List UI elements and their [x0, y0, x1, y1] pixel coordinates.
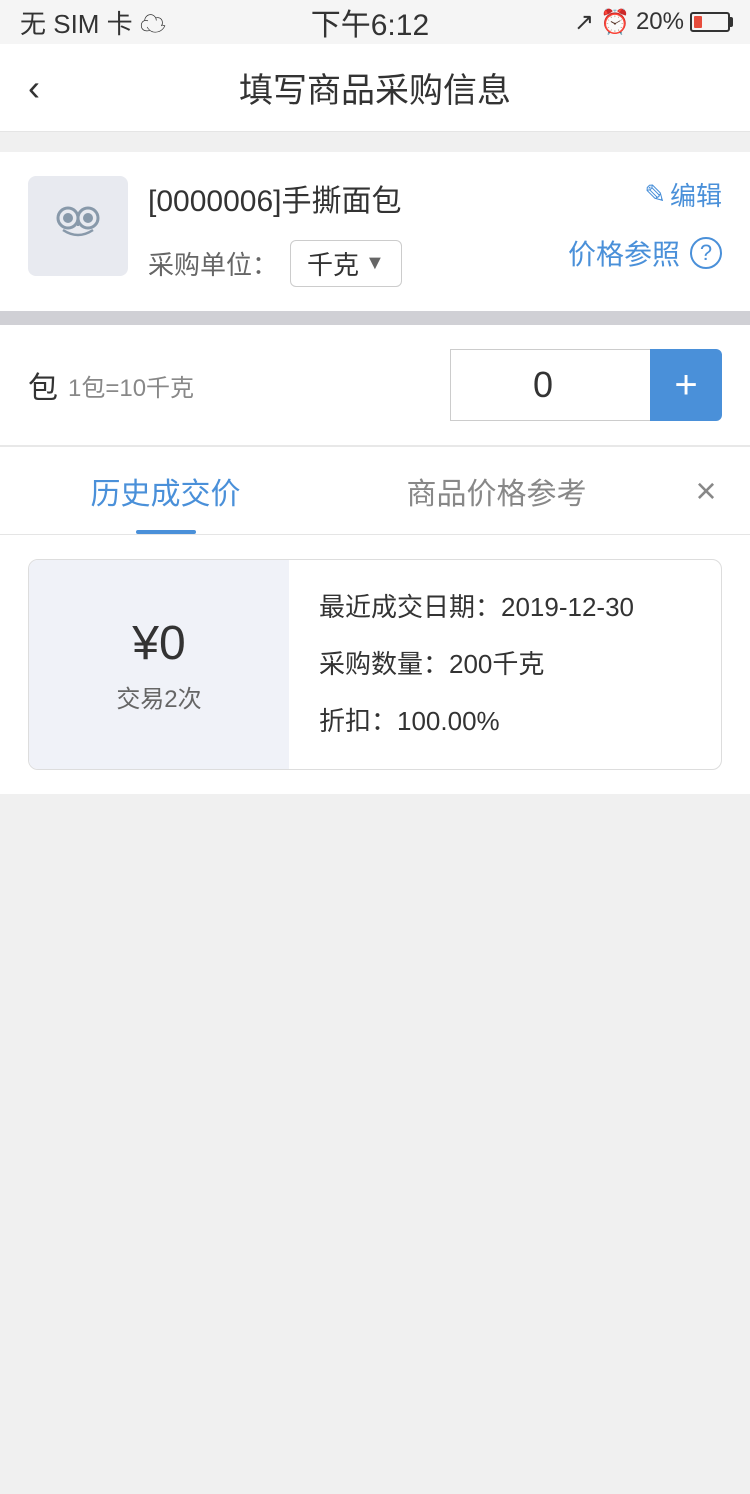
- status-left: 无 SIM 卡 ☁: [20, 4, 166, 41]
- battery-indicator: [690, 12, 730, 32]
- close-icon: ×: [695, 470, 716, 512]
- price-ref-row: 价格参照 ?: [568, 233, 722, 273]
- history-date-row: 最近成交日期：2019-12-30: [319, 588, 691, 627]
- purchase-unit-row: 采购单位： 千克 ▼: [148, 240, 402, 287]
- tab-close-button[interactable]: ×: [662, 447, 750, 535]
- history-qty-value: 200千克: [449, 649, 544, 679]
- unit-chevron-icon: ▼: [365, 252, 385, 275]
- alarm-icon: ⏰: [600, 8, 630, 37]
- purchase-unit-label: 采购单位：: [148, 245, 278, 282]
- status-time: 下午6:12: [311, 0, 429, 44]
- edit-label: 编辑: [670, 176, 722, 213]
- product-info: [0000006]手撕面包 采购单位： 千克 ▼: [148, 176, 402, 287]
- status-bar: 无 SIM 卡 ☁ 下午6:12 ↗ ⏰ 20%: [0, 0, 750, 44]
- edit-icon: ✎: [644, 179, 666, 210]
- page-title: 填写商品采购信息: [239, 63, 511, 112]
- history-discount-value: 100.00%: [397, 706, 500, 736]
- product-left: [0000006]手撕面包 采购单位： 千克 ▼: [28, 176, 402, 287]
- tab-history-price[interactable]: 历史成交价: [0, 447, 331, 534]
- history-price: ¥0: [132, 616, 185, 671]
- unit-select[interactable]: 千克 ▼: [290, 240, 402, 287]
- price-ref-help-icon[interactable]: ?: [690, 237, 722, 269]
- nav-bar: ‹ 填写商品采购信息: [0, 44, 750, 132]
- back-button[interactable]: ‹: [28, 67, 40, 109]
- qty-control: +: [450, 349, 722, 421]
- history-left: ¥0 交易2次: [29, 560, 289, 769]
- history-right: 最近成交日期：2019-12-30 采购数量：200千克 折扣：100.00%: [289, 560, 721, 769]
- status-right: ↗ ⏰ 20%: [574, 8, 730, 37]
- tab-price-ref-label: 商品价格参考: [407, 469, 587, 513]
- gray-separator: [0, 311, 750, 325]
- unit-select-text: 千克: [307, 245, 359, 282]
- price-ref-button[interactable]: 价格参照: [568, 233, 680, 273]
- history-date-value: 2019-12-30: [501, 592, 634, 622]
- tab-history-label: 历史成交价: [91, 469, 241, 513]
- unit-conversion: 1包=10千克: [68, 368, 194, 403]
- unit-badge: 包: [28, 363, 58, 407]
- product-name: [0000006]手撕面包: [148, 176, 402, 220]
- bottom-panel: 历史成交价 商品价格参考 × ¥0 交易2次 最近成交日期：2019-12-30…: [0, 445, 750, 794]
- battery-percent: 20%: [636, 8, 684, 36]
- tab-price-ref[interactable]: 商品价格参考: [331, 447, 662, 534]
- product-card: [0000006]手撕面包 采购单位： 千克 ▼ ✎ 编辑 价格参照 ?: [0, 152, 750, 311]
- main-background: [0, 794, 750, 1494]
- history-card: ¥0 交易2次 最近成交日期：2019-12-30 采购数量：200千克 折扣：…: [28, 559, 722, 770]
- history-date-label: 最近成交日期：: [319, 592, 501, 622]
- history-qty-label: 采购数量：: [319, 649, 449, 679]
- unit-info: 包 1包=10千克: [28, 363, 194, 407]
- quantity-plus-button[interactable]: +: [650, 349, 722, 421]
- owl-logo-icon: [48, 196, 108, 256]
- edit-button[interactable]: ✎ 编辑: [644, 176, 722, 213]
- history-discount-row: 折扣：100.00%: [319, 702, 691, 741]
- quantity-row: 包 1包=10千克 +: [0, 325, 750, 445]
- product-thumbnail: [28, 176, 128, 276]
- history-content: ¥0 交易2次 最近成交日期：2019-12-30 采购数量：200千克 折扣：…: [0, 535, 750, 794]
- sim-status: 无 SIM 卡 ☁: [20, 4, 166, 41]
- history-discount-label: 折扣：: [319, 706, 397, 736]
- history-qty-row: 采购数量：200千克: [319, 645, 691, 684]
- quantity-input[interactable]: [450, 349, 650, 421]
- tab-bar: 历史成交价 商品价格参考 ×: [0, 447, 750, 535]
- product-right: ✎ 编辑 价格参照 ?: [568, 176, 722, 273]
- location-icon: ↗: [574, 8, 594, 37]
- history-trades: 交易2次: [116, 679, 201, 714]
- product-header: [0000006]手撕面包 采购单位： 千克 ▼ ✎ 编辑 价格参照 ?: [28, 176, 722, 287]
